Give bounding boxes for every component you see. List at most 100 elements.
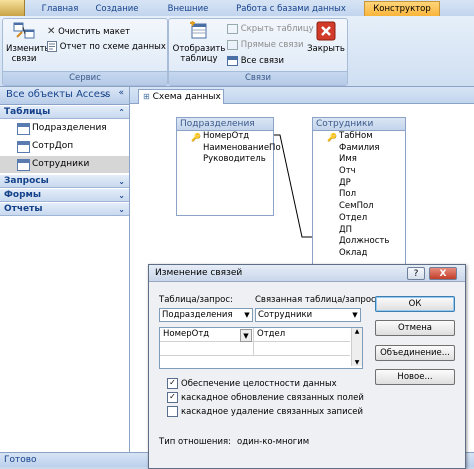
scroll-down-icon[interactable]: ▼ xyxy=(352,359,362,366)
all-relations-icon xyxy=(227,55,238,66)
field-item[interactable]: 🔑 НомерОтд xyxy=(177,131,273,143)
direct-relations-button[interactable]: Прямые связи xyxy=(227,39,304,52)
tab-design[interactable]: Конструктор xyxy=(364,1,440,16)
nav-section-forms[interactable]: Формы ⌄ xyxy=(0,189,129,202)
nav-header[interactable]: Все объекты Access ⌄ « xyxy=(0,87,129,105)
chevron-down-icon: ⌄ xyxy=(118,191,125,200)
nav-item-sotrudniki[interactable]: Сотрудники xyxy=(0,156,129,173)
ribbon-group-service-label: Сервис xyxy=(3,71,167,85)
navigation-pane: Все объекты Access ⌄ « Таблицы ⌃ Подразд… xyxy=(0,87,130,452)
direct-relations-label: Прямые связи xyxy=(240,40,304,50)
nav-collapse-icon[interactable]: « xyxy=(118,88,124,98)
field-label: Руководитель xyxy=(203,154,266,165)
table-box-sotrudniki[interactable]: Сотрудники 🔑 ТабНом Фамилия Имя Отч ДР По… xyxy=(312,117,406,279)
clear-layout-label: Очистить макет xyxy=(58,27,131,37)
dialog-close-button[interactable]: X xyxy=(429,267,457,280)
left-field-cell[interactable]: НомерОтд ▼ xyxy=(160,328,254,342)
related-table-select[interactable]: Сотрудники ▼ xyxy=(255,308,361,322)
field-item[interactable]: Пол xyxy=(313,189,405,201)
hide-table-label: Скрыть таблицу xyxy=(240,24,314,34)
clear-layout-button[interactable]: ✕ Очистить макет xyxy=(47,25,130,38)
field-item[interactable]: НаименованиеПо xyxy=(177,143,281,155)
cascade-update-label: каскадное обновление связанных полей xyxy=(181,393,364,403)
checkmark-icon: ✓ xyxy=(167,378,178,389)
field-label: ТабНом xyxy=(339,131,373,141)
right-field-cell[interactable]: Отдел xyxy=(254,328,350,342)
field-item[interactable]: ДП xyxy=(313,225,405,237)
nav-section-tables[interactable]: Таблицы ⌃ xyxy=(0,106,129,119)
show-table-button[interactable]: Отобразить таблицу xyxy=(172,21,226,64)
field-label: НаименованиеПо xyxy=(203,142,281,153)
chevron-down-icon: ⌄ xyxy=(118,205,125,214)
field-item[interactable]: Оклад xyxy=(313,248,405,260)
help-icon: ? xyxy=(413,269,419,279)
scroll-up-icon[interactable]: ▲ xyxy=(352,328,362,335)
report-icon xyxy=(47,41,57,52)
nav-section-reports-label: Отчеты xyxy=(4,204,43,214)
show-table-icon xyxy=(190,21,207,39)
nav-section-reports[interactable]: Отчеты ⌄ xyxy=(0,203,129,216)
chevron-down-icon: ▼ xyxy=(244,311,250,319)
ok-button[interactable]: ОК xyxy=(375,296,455,312)
nav-item-label: Подразделения xyxy=(32,123,107,133)
field-mapping-grid: НомерОтд ▼ Отдел ▲ ▼ xyxy=(159,327,363,369)
nav-header-label: Все объекты Access xyxy=(6,89,111,100)
hide-table-button[interactable]: Скрыть таблицу xyxy=(227,23,314,36)
tab-external-data[interactable]: Внешние данные xyxy=(150,2,226,28)
report-button[interactable]: Отчет по схеме данных xyxy=(47,41,166,54)
help-button[interactable]: ? xyxy=(407,267,425,280)
field-item[interactable]: Отдел xyxy=(313,213,405,225)
chevron-down-icon[interactable]: ▼ xyxy=(240,329,252,342)
edit-relations-button[interactable]: Изменить связи xyxy=(6,21,50,64)
table-box-podrazdeleniya[interactable]: Подразделения 🔑 НомерОтд НаименованиеПо Р… xyxy=(176,117,281,216)
cancel-label: Отмена xyxy=(397,323,433,333)
dialog-titlebar[interactable]: Изменение связей ? X xyxy=(149,265,465,282)
field-item[interactable]: Руководитель xyxy=(177,154,273,166)
chevron-down-icon: ⌄ xyxy=(118,177,125,186)
field-item[interactable]: Имя xyxy=(313,154,405,166)
enforce-integrity-checkbox[interactable]: ✓ Обеспечение целостности данных xyxy=(167,378,337,390)
cascade-update-checkbox[interactable]: ✓ каскадное обновление связанных полей xyxy=(167,392,364,404)
field-item[interactable]: 🔑 ТабНом xyxy=(313,131,405,143)
office-button-icon[interactable] xyxy=(0,0,25,16)
status-text: Готово xyxy=(4,455,37,465)
close-button[interactable]: Закрыть xyxy=(307,21,345,54)
unchecked-box-icon xyxy=(167,406,178,417)
cancel-button[interactable]: Отмена xyxy=(375,320,455,336)
tab-home[interactable]: Главная xyxy=(40,2,80,16)
cascade-delete-checkbox[interactable]: каскадное удаление связанных записей xyxy=(167,406,363,418)
chevron-down-icon: ▼ xyxy=(352,311,358,319)
join-type-label: Объединение... xyxy=(380,348,450,358)
field-item[interactable]: Фамилия xyxy=(313,143,405,155)
table-query-select[interactable]: Подразделения ▼ xyxy=(159,308,253,322)
left-field-cell-empty[interactable] xyxy=(160,342,254,356)
edit-relations-label: Изменить связи xyxy=(6,44,50,64)
dialog-title: Изменение связей xyxy=(155,268,243,278)
nav-item-label: Сотрудники xyxy=(32,159,90,169)
table-query-value: Подразделения xyxy=(162,310,233,320)
all-relations-button[interactable]: Все связи xyxy=(227,55,284,68)
right-field-cell-empty[interactable] xyxy=(254,342,350,356)
nav-item-podrazdeleniya[interactable]: Подразделения xyxy=(0,120,129,137)
field-item[interactable]: СемПол xyxy=(313,201,405,213)
field-item[interactable]: Отч xyxy=(313,166,405,178)
join-type-button[interactable]: Объединение... xyxy=(375,345,455,361)
field-item[interactable]: ДР xyxy=(313,178,405,190)
relation-type-label: Тип отношения: xyxy=(159,437,231,447)
nav-item-sotrdop[interactable]: СотрДоп xyxy=(0,138,129,155)
left-field-value: НомерОтд xyxy=(163,329,210,339)
close-label: Закрыть xyxy=(307,44,345,54)
field-label: НомерОтд xyxy=(203,131,250,141)
create-new-button[interactable]: Новое... xyxy=(375,369,455,385)
field-label: СемПол xyxy=(339,201,374,212)
tab-database-tools[interactable]: Работа с базами данных xyxy=(232,2,350,16)
tab-create[interactable]: Создание xyxy=(94,2,140,16)
grid-scrollbar[interactable]: ▲ ▼ xyxy=(351,328,362,366)
field-label: Должность xyxy=(339,236,390,247)
edit-relations-icon xyxy=(13,22,35,39)
enforce-integrity-label: Обеспечение целостности данных xyxy=(181,379,337,389)
nav-dropdown-icon[interactable]: ⌄ xyxy=(102,89,109,98)
field-item[interactable]: Должность xyxy=(313,236,405,248)
field-label: ДР xyxy=(339,177,351,188)
nav-section-queries[interactable]: Запросы ⌄ xyxy=(0,175,129,188)
